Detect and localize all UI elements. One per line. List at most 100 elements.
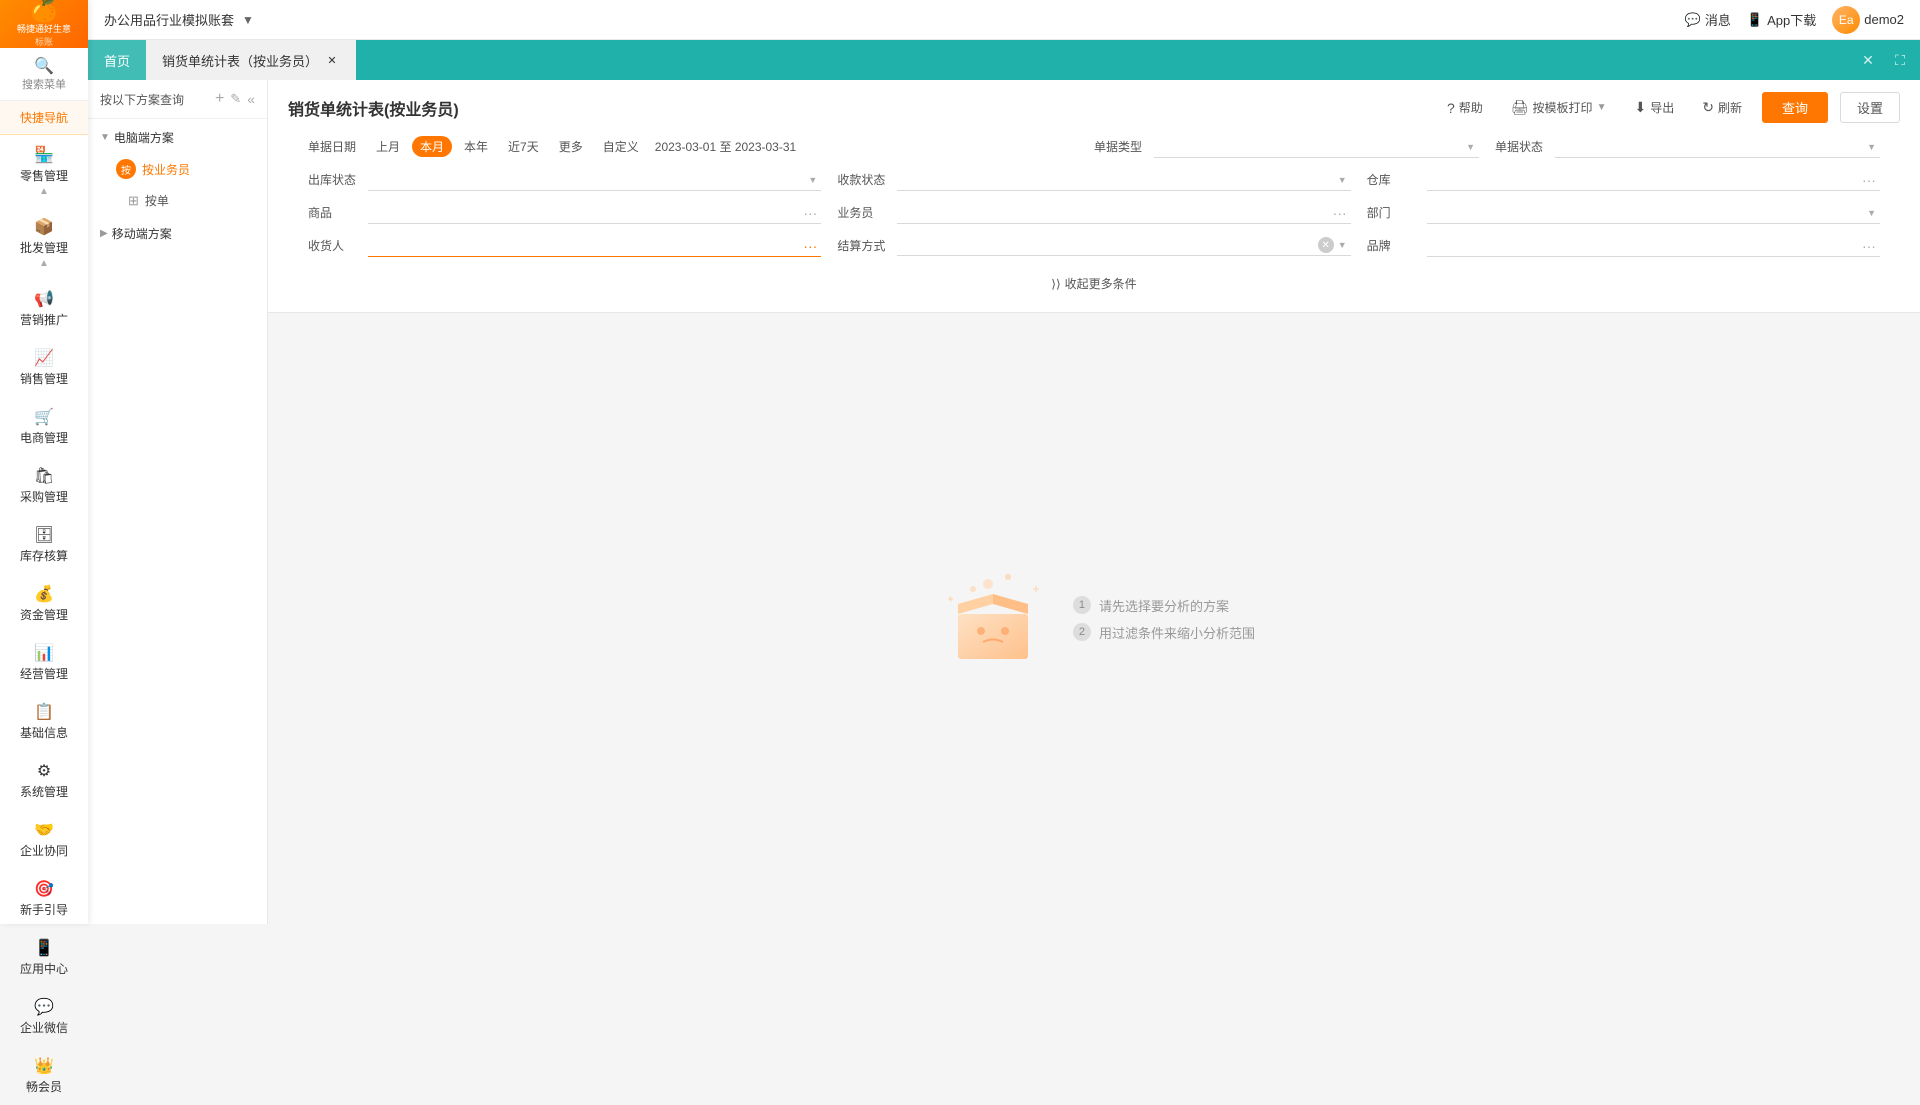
salesperson-control: ··· [897, 201, 1350, 224]
receiver-input[interactable] [368, 234, 821, 257]
print-btn[interactable]: 🖨 按模板打印 ▼ [1503, 95, 1615, 120]
sidebar-item-finance[interactable]: 💰 资金管理 [0, 574, 88, 633]
sidebar-item-marketing[interactable]: 📢 营销推广 [0, 279, 88, 338]
search-menu[interactable]: 🔍 搜索菜单 [0, 48, 88, 101]
sidebar-item-ecommerce[interactable]: 🛒 电商管理 [0, 397, 88, 456]
filter-salesperson: 业务员 ··· [837, 201, 1350, 224]
doc-type-control[interactable] [1154, 135, 1479, 158]
refresh-icon: ↻ [1702, 99, 1714, 116]
mobile-scheme-group[interactable]: ▶ 移动端方案 [88, 219, 267, 248]
marketing-icon: 📢 [34, 289, 54, 309]
mobile-scheme-arrow: ▶ [100, 228, 108, 239]
add-scheme-btn[interactable]: + [215, 90, 224, 108]
user-avatar: Ea [1832, 6, 1860, 34]
department-control[interactable] [1427, 201, 1880, 224]
settlement-clear-btn[interactable]: ✕ [1318, 237, 1334, 253]
date-tab-this-month[interactable]: 本月 [412, 136, 452, 157]
doc-type-select[interactable] [1154, 135, 1479, 158]
edit-scheme-btn[interactable]: ✎ [230, 91, 241, 107]
empty-illustration [933, 559, 1053, 679]
date-tab-more[interactable]: 更多 [551, 136, 591, 157]
quick-nav[interactable]: 快捷导航 [0, 101, 88, 135]
payment-status-select[interactable] [897, 168, 1350, 191]
mobile-scheme-label: 移动端方案 [112, 225, 172, 242]
sidebar-item-sales[interactable]: 📈 销售管理 [0, 338, 88, 397]
date-range-display: 2023-03-01 至 2023-03-31 [655, 138, 796, 155]
brand-input[interactable] [1427, 234, 1880, 257]
settings-button[interactable]: 设置 [1840, 92, 1900, 123]
doc-status-control[interactable] [1555, 135, 1880, 158]
sidebar-item-enterprise[interactable]: 🤝 企业协同 [0, 810, 88, 869]
sidebar-item-wechat[interactable]: 💬 企业微信 [0, 987, 88, 1046]
page-header-top: 销货单统计表(按业务员) ? 帮助 🖨 按模板打印 ▼ ⬇ [288, 92, 1900, 123]
newbie-icon: 🎯 [34, 879, 54, 899]
app-title-dropdown[interactable]: ▼ [242, 13, 254, 27]
sidebar-item-purchase[interactable]: 🛍 采购管理 [0, 456, 88, 515]
scheme-item-by-order[interactable]: ⊞ 按单 [88, 186, 267, 215]
date-tab-custom[interactable]: 自定义 [595, 136, 647, 157]
receiver-ellipsis[interactable]: ··· [803, 238, 817, 254]
app-download-btn[interactable]: 📱 App下载 [1747, 10, 1816, 29]
refresh-btn[interactable]: ↻ 刷新 [1694, 95, 1750, 120]
out-status-control[interactable] [368, 168, 821, 191]
warehouse-ellipsis[interactable]: ··· [1862, 172, 1876, 188]
message-btn[interactable]: 💬 消息 [1685, 10, 1731, 29]
sidebar-item-member[interactable]: 👑 畅会员 [0, 1046, 88, 1105]
print-label: 按模板打印 [1533, 99, 1593, 116]
user-profile[interactable]: Ea demo2 [1832, 6, 1904, 34]
warehouse-label: 仓库 [1367, 171, 1419, 188]
sidebar-item-retail[interactable]: 🏪 零售管理 ▲ [0, 135, 88, 207]
query-button[interactable]: 查询 [1762, 92, 1828, 123]
sidebar-item-inventory[interactable]: 🗄 库存核算 [0, 515, 88, 574]
tip-num-2: 2 [1073, 623, 1091, 641]
inventory-label: 库存核算 [20, 547, 68, 564]
out-status-select[interactable] [368, 168, 821, 191]
tab-close-action[interactable]: ✕ [1856, 48, 1880, 72]
sidebar-item-appstore[interactable]: 📱 应用中心 [0, 928, 88, 987]
sidebar-item-basic[interactable]: 📋 基础信息 [0, 692, 88, 751]
export-icon: ⬇ [1634, 99, 1646, 116]
scheme-item-by-salesperson[interactable]: 按 按业务员 [88, 152, 267, 186]
brand-label: 品牌 [1367, 237, 1419, 254]
wholesale-icon: 📦 [34, 217, 54, 237]
date-tab-this-year[interactable]: 本年 [456, 136, 496, 157]
tab-home[interactable]: 首页 [88, 40, 146, 80]
settlement-dropdown[interactable]: ▼ [1338, 240, 1347, 250]
date-tab-7days[interactable]: 近7天 [500, 136, 547, 157]
page-header: 销货单统计表(按业务员) ? 帮助 🖨 按模板打印 ▼ ⬇ [268, 80, 1920, 313]
sidebar-item-operations[interactable]: 📊 经营管理 [0, 633, 88, 692]
appstore-icon: 📱 [34, 938, 54, 958]
tab-maximize-action[interactable]: ⛶ [1888, 48, 1912, 72]
left-panel: 按以下方案查询 + ✎ « ▼ 电脑端方案 按 按业务员 ⊞ 按单 [88, 80, 268, 924]
purchase-icon: 🛍 [34, 466, 54, 486]
brand-ellipsis[interactable]: ··· [1862, 238, 1876, 254]
doc-status-select[interactable] [1555, 135, 1880, 158]
doc-status-label: 单据状态 [1495, 138, 1547, 155]
app-logo[interactable]: 🍊 畅捷通好生意 标账 [0, 0, 88, 48]
salesperson-ellipsis[interactable]: ··· [1333, 205, 1347, 221]
ecommerce-label: 电商管理 [20, 429, 68, 446]
mobile-icon: 📱 [1747, 12, 1763, 28]
wechat-icon: 💬 [34, 997, 54, 1017]
filter-settlement: 结算方式 ✕ ▼ [837, 235, 1350, 256]
help-btn[interactable]: ? 帮助 [1439, 95, 1491, 120]
sidebar-item-newbie[interactable]: 🎯 新手引导 [0, 869, 88, 928]
collapse-filter-btn[interactable]: ⟩⟩ 收起更多条件 [308, 267, 1880, 300]
date-label: 单据日期 [308, 138, 360, 155]
sidebar-item-wholesale[interactable]: 📦 批发管理 ▲ [0, 207, 88, 279]
sidebar-item-system[interactable]: ⚙ 系统管理 [0, 751, 88, 810]
empty-tips: 1 请先选择要分析的方案 2 用过滤条件来缩小分析范围 [1073, 596, 1255, 642]
tab-close-btn[interactable]: ✕ [324, 52, 340, 68]
date-tab-last-month[interactable]: 上月 [368, 136, 408, 157]
tab-sales-stat[interactable]: 销货单统计表（按业务员） ✕ [146, 40, 356, 80]
payment-status-control[interactable] [897, 168, 1350, 191]
goods-ellipsis[interactable]: ··· [803, 205, 817, 221]
left-panel-actions: + ✎ « [215, 90, 255, 108]
goods-input[interactable] [368, 201, 821, 224]
department-select[interactable] [1427, 201, 1880, 224]
warehouse-input[interactable] [1427, 168, 1880, 191]
desktop-scheme-header[interactable]: ▼ 电脑端方案 [88, 123, 267, 152]
collapse-panel-btn[interactable]: « [247, 91, 255, 107]
salesperson-input[interactable] [897, 201, 1350, 224]
export-btn[interactable]: ⬇ 导出 [1626, 95, 1682, 120]
